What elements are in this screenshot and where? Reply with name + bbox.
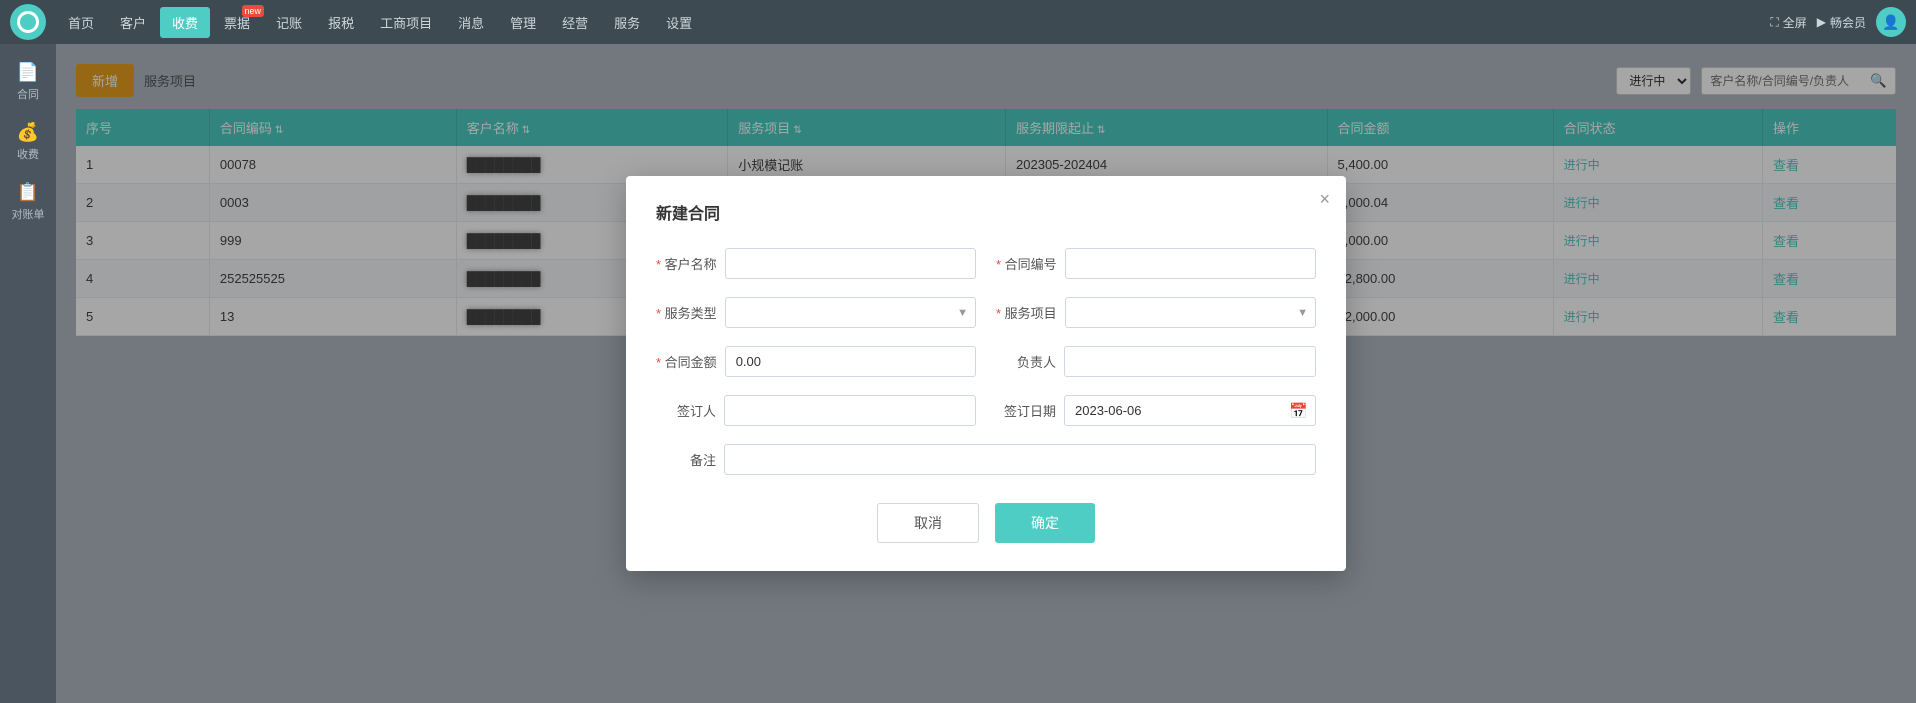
- sidebar-contract-label: 合同: [17, 86, 39, 102]
- service-type-label: 服务类型: [656, 303, 717, 322]
- remark-input[interactable]: [724, 444, 1316, 475]
- form-group-signer: 签订人: [656, 395, 976, 426]
- nav-invoice[interactable]: 票据 new: [212, 7, 262, 38]
- avatar-icon: 👤: [1882, 14, 1899, 31]
- logo-icon: [17, 11, 39, 33]
- customer-name-label: 客户名称: [656, 254, 717, 273]
- nav-operation[interactable]: 经营: [550, 7, 600, 38]
- fullscreen-icon: ⛶: [1770, 15, 1778, 30]
- form-group-amount: 合同金额: [656, 346, 976, 377]
- form-row-4: 签订人 签订日期 📅: [656, 395, 1316, 426]
- charge-icon: 💰: [17, 122, 39, 143]
- nav-customer[interactable]: 客户: [108, 7, 158, 38]
- modal-close-button[interactable]: ×: [1319, 190, 1330, 208]
- modal-overlay: 新建合同 × 客户名称 合同编号 服务类型: [56, 44, 1916, 703]
- form-group-contract-no: 合同编号: [996, 248, 1316, 279]
- form-row-5: 备注: [656, 444, 1316, 475]
- form-group-service-type: 服务类型 ▼: [656, 297, 976, 328]
- nav-business[interactable]: 工商项目: [368, 7, 444, 38]
- avatar[interactable]: 👤: [1876, 7, 1906, 37]
- confirm-button[interactable]: 确定: [995, 503, 1095, 543]
- nav-settings[interactable]: 设置: [654, 7, 704, 38]
- logo: [10, 4, 46, 40]
- cancel-button[interactable]: 取消: [877, 503, 979, 543]
- sign-date-label: 签订日期: [996, 401, 1056, 420]
- contract-amount-input[interactable]: [725, 346, 976, 377]
- sidebar-item-contract[interactable]: 📄 合同: [3, 54, 53, 110]
- service-item-select[interactable]: [1065, 297, 1316, 328]
- signer-label: 签订人: [656, 401, 716, 420]
- service-item-label: 服务项目: [996, 303, 1057, 322]
- sidebar-charge-label: 收费: [17, 146, 39, 162]
- form-group-responsible: 负责人: [996, 346, 1316, 377]
- nav-items: 首页 客户 收费 票据 new 记账 报税 工商项目 消息 管理 经营 服务 设…: [56, 7, 1770, 38]
- service-type-select-wrapper: ▼: [725, 297, 976, 328]
- remark-label: 备注: [656, 450, 716, 469]
- form-group-remark: 备注: [656, 444, 1316, 475]
- customer-name-input[interactable]: [725, 248, 976, 279]
- nav-message[interactable]: 消息: [446, 7, 496, 38]
- form-row-1: 客户名称 合同编号: [656, 248, 1316, 279]
- new-contract-modal: 新建合同 × 客户名称 合同编号 服务类型: [626, 176, 1346, 571]
- sidebar: 📄 合同 💰 收费 📋 对账单: [0, 44, 56, 703]
- new-badge: new: [242, 5, 265, 17]
- contract-no-label: 合同编号: [996, 254, 1057, 273]
- contract-icon: 📄: [17, 62, 39, 83]
- main-content: 新增 服务项目 进行中 已完成 已终止 🔍 序号 合同编码⇅ 客户名称⇅ 服务项…: [56, 44, 1916, 703]
- responsible-input[interactable]: [1064, 346, 1316, 377]
- play-icon: ▶: [1817, 15, 1826, 29]
- responsible-label: 负责人: [996, 352, 1056, 371]
- form-group-sign-date: 签订日期 📅: [996, 395, 1316, 426]
- modal-footer: 取消 确定: [656, 503, 1316, 543]
- member-btn[interactable]: ▶ 畅会员: [1817, 14, 1866, 31]
- form-row-3: 合同金额 负责人: [656, 346, 1316, 377]
- sidebar-item-charge[interactable]: 💰 收费: [3, 114, 53, 170]
- fullscreen-btn[interactable]: ⛶ 全屏: [1770, 14, 1806, 31]
- form-row-2: 服务类型 ▼ 服务项目: [656, 297, 1316, 328]
- form-group-customer: 客户名称: [656, 248, 976, 279]
- sign-date-input[interactable]: [1064, 395, 1316, 426]
- signer-input[interactable]: [724, 395, 976, 426]
- nav-tax[interactable]: 报税: [316, 7, 366, 38]
- contract-no-input[interactable]: [1065, 248, 1316, 279]
- sidebar-statement-label: 对账单: [12, 206, 45, 222]
- sign-date-wrapper: 📅: [1064, 395, 1316, 426]
- nav-manage[interactable]: 管理: [498, 7, 548, 38]
- top-nav: 首页 客户 收费 票据 new 记账 报税 工商项目 消息 管理 经营 服务 设…: [0, 0, 1916, 44]
- sidebar-item-statement[interactable]: 📋 对账单: [3, 174, 53, 230]
- nav-right: ⛶ 全屏 ▶ 畅会员 👤: [1770, 7, 1906, 37]
- layout: 📄 合同 💰 收费 📋 对账单 新增 服务项目 进行中 已完成 已终止 🔍: [0, 44, 1916, 703]
- nav-service[interactable]: 服务: [602, 7, 652, 38]
- contract-amount-label: 合同金额: [656, 352, 717, 371]
- nav-bookkeeping[interactable]: 记账: [264, 7, 314, 38]
- statement-icon: 📋: [17, 182, 39, 203]
- service-type-select[interactable]: [725, 297, 976, 328]
- service-item-select-wrapper: ▼: [1065, 297, 1316, 328]
- modal-title: 新建合同: [656, 200, 1316, 224]
- nav-charge[interactable]: 收费: [160, 7, 210, 38]
- form-group-service-item: 服务项目 ▼: [996, 297, 1316, 328]
- nav-home[interactable]: 首页: [56, 7, 106, 38]
